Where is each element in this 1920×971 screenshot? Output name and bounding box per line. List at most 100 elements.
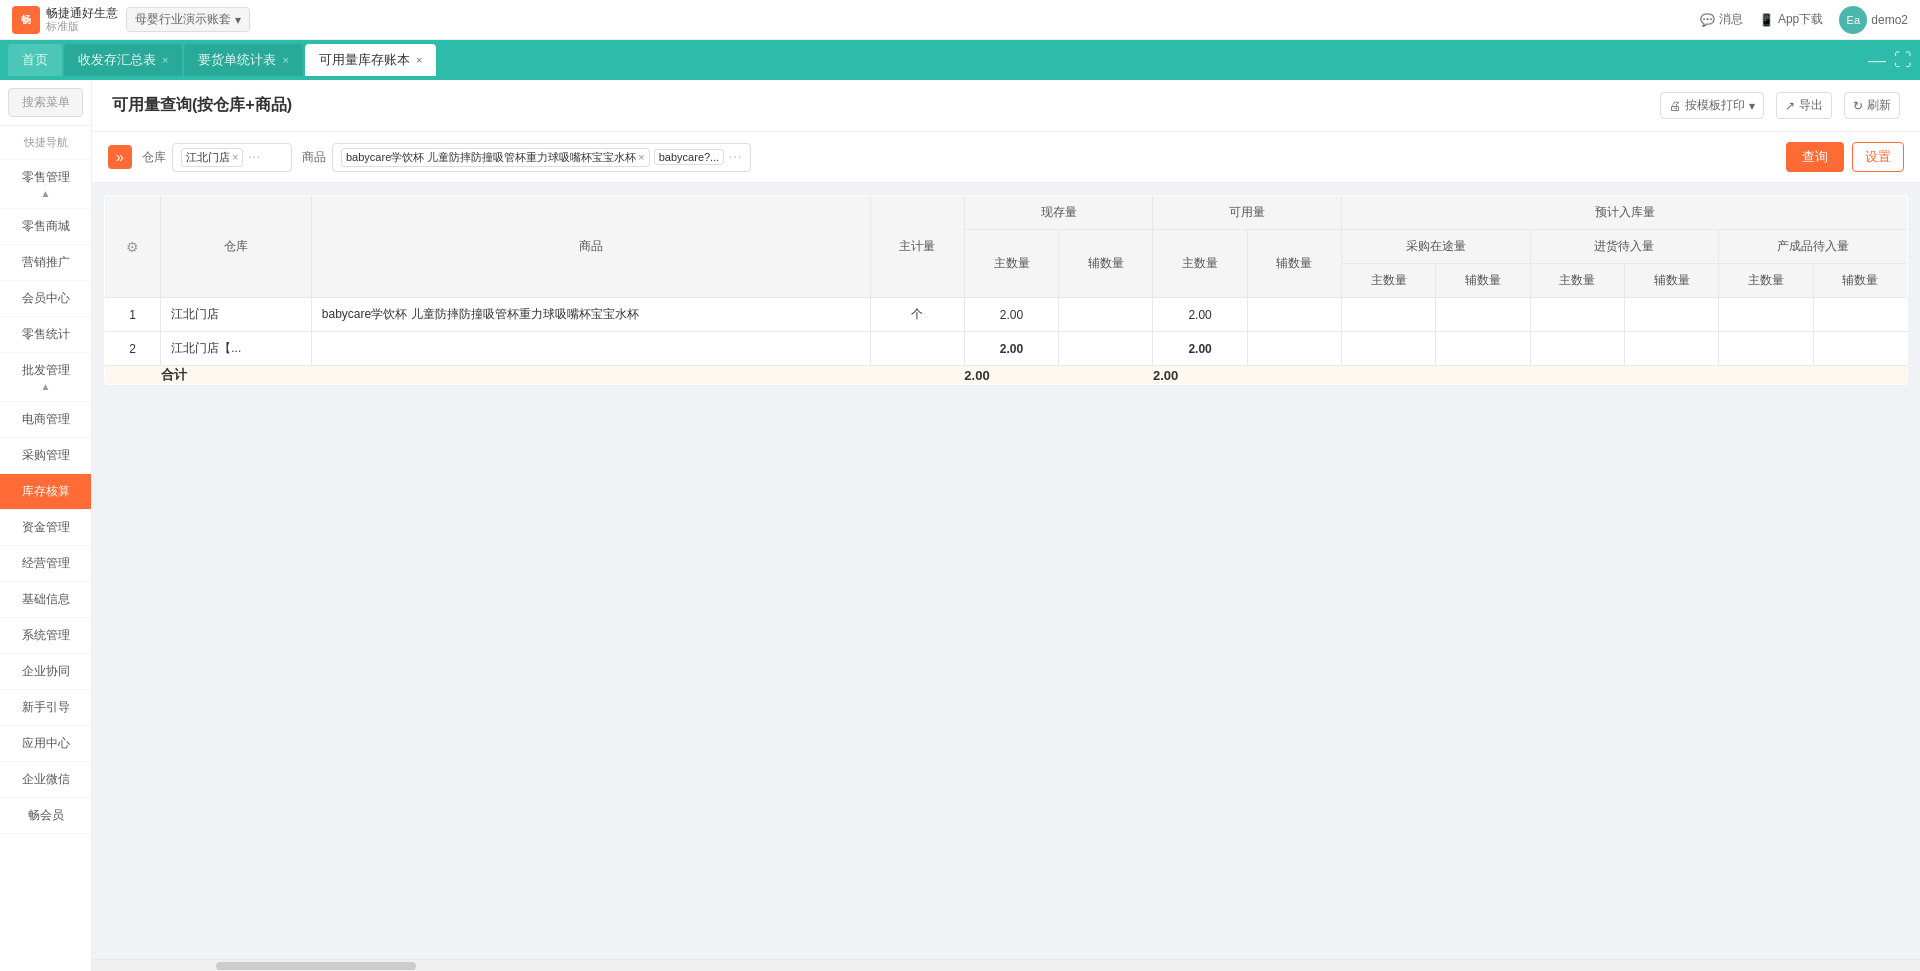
footer-purchase-main <box>1342 366 1436 385</box>
sidebar-item-operations[interactable]: 经营管理 <box>0 546 91 582</box>
print-btn[interactable]: 🖨 按模板打印 ▾ <box>1660 92 1764 119</box>
refresh-btn[interactable]: ↻ 刷新 <box>1844 92 1900 119</box>
sidebar-item-marketing[interactable]: 营销推广 <box>0 245 91 281</box>
tab-close-icon[interactable]: × <box>416 54 422 66</box>
minimize-icon[interactable]: — <box>1868 50 1886 71</box>
sidebar-item-corp-wechat[interactable]: 企业微信 <box>0 762 91 798</box>
logo-area: 畅 畅捷通好生意 标准版 <box>12 6 118 34</box>
product-tag-2: babycare?... <box>654 149 725 165</box>
table-row: 2 江北门店【... 2.00 2.00 <box>105 332 1908 366</box>
footer-available-aux <box>1247 366 1341 385</box>
chevron-icon: ▲ <box>41 188 51 199</box>
sidebar-item-zero-mall[interactable]: 零售商城 <box>0 209 91 245</box>
content-area: 可用量查询(按仓库+商品) 🖨 按模板打印 ▾ ↗ 导出 ↻ 刷新 » <box>92 80 1920 971</box>
sidebar-item-shortcut: 快捷导航 <box>0 126 91 160</box>
tab-home[interactable]: 首页 <box>8 44 62 76</box>
message-btn[interactable]: 💬 消息 <box>1700 11 1743 28</box>
footer-stock-main: 2.00 <box>964 366 1058 385</box>
cell-inbound-aux <box>1624 298 1718 332</box>
cell-unit: 个 <box>870 298 964 332</box>
warehouse-filter: 仓库 江北门店 × ··· <box>142 143 292 172</box>
logo-icon: 畅 <box>12 6 40 34</box>
th-available-group: 可用量 <box>1153 196 1342 230</box>
filter-area: » 仓库 江北门店 × ··· 商品 babycare学饮杯 儿童防摔防撞吸管杯… <box>92 132 1920 183</box>
sidebar-item-members[interactable]: 会员中心 <box>0 281 91 317</box>
tab-orders[interactable]: 要货单统计表 × <box>184 44 302 76</box>
th-inbound-main: 主数量 <box>1530 264 1624 298</box>
cell-inbound-main <box>1530 332 1624 366</box>
tab-close-icon[interactable]: × <box>282 54 288 66</box>
more-options-icon[interactable]: ··· <box>247 148 260 166</box>
th-purchase-aux: 辅数量 <box>1436 264 1530 298</box>
cell-purchase-aux <box>1436 298 1530 332</box>
search-menu-btn[interactable]: 搜索菜单 <box>8 88 83 117</box>
sidebar-item-zero-stats[interactable]: 零售统计 <box>0 317 91 353</box>
export-btn[interactable]: ↗ 导出 <box>1776 92 1832 119</box>
product-input[interactable]: babycare学饮杯 儿童防摔防撞吸管杯重力球吸嘴杯宝宝水杯 × babyca… <box>332 143 751 172</box>
cell-available-aux <box>1247 298 1341 332</box>
cell-purchase-main <box>1342 298 1436 332</box>
sidebar-item-newbie[interactable]: 新手引导 <box>0 690 91 726</box>
avatar: Ea <box>1839 6 1867 34</box>
user-menu[interactable]: Ea demo2 <box>1839 6 1908 34</box>
sidebar-item-app-center[interactable]: 应用中心 <box>0 726 91 762</box>
product-tag-1: babycare学饮杯 儿童防摔防撞吸管杯重力球吸嘴杯宝宝水杯 × <box>341 148 650 167</box>
footer-inbound-aux <box>1624 366 1718 385</box>
sidebar-item-member-vip[interactable]: 畅会员 <box>0 798 91 834</box>
sidebar-item-basic[interactable]: 基础信息 <box>0 582 91 618</box>
sidebar-item-purchase[interactable]: 采购管理 <box>0 438 91 474</box>
th-stock-aux: 辅数量 <box>1059 230 1153 298</box>
export-icon: ↗ <box>1785 99 1795 113</box>
sidebar-search: 搜索菜单 <box>0 80 91 126</box>
tab-receipts[interactable]: 收发存汇总表 × <box>64 44 182 76</box>
cell-available-main: 2.00 <box>1153 332 1247 366</box>
th-available-aux: 辅数量 <box>1247 230 1341 298</box>
cell-warehouse: 江北门店 <box>161 298 312 332</box>
maximize-icon[interactable]: ⛶ <box>1894 50 1912 71</box>
top-bar: 畅 畅捷通好生意 标准版 母婴行业演示账套 ▾ 💬 消息 📱 App下载 Ea … <box>0 0 1920 40</box>
product-filter: 商品 babycare学饮杯 儿童防摔防撞吸管杯重力球吸嘴杯宝宝水杯 × bab… <box>302 143 751 172</box>
sidebar-item-ecommerce[interactable]: 电商管理 <box>0 402 91 438</box>
sidebar-item-zero-sales[interactable]: 零售管理 ▲ <box>0 160 91 209</box>
page-header: 可用量查询(按仓库+商品) 🖨 按模板打印 ▾ ↗ 导出 ↻ 刷新 <box>92 80 1920 132</box>
cell-stock-main: 2.00 <box>964 332 1058 366</box>
th-available-main: 主数量 <box>1153 230 1247 298</box>
th-stock-main: 主数量 <box>964 230 1058 298</box>
cell-production-main <box>1719 298 1813 332</box>
sidebar-item-wholesale[interactable]: 批发管理 ▲ <box>0 353 91 402</box>
app-download-btn[interactable]: 📱 App下载 <box>1759 11 1823 28</box>
horizontal-scrollbar[interactable] <box>92 959 1920 971</box>
sidebar-item-enterprise[interactable]: 企业协同 <box>0 654 91 690</box>
warehouse-tag: 江北门店 × <box>181 148 243 167</box>
industry-selector[interactable]: 母婴行业演示账套 ▾ <box>126 7 250 32</box>
page-title: 可用量查询(按仓库+商品) <box>112 95 292 116</box>
tab-label: 要货单统计表 <box>198 51 276 69</box>
warehouse-input[interactable]: 江北门店 × ··· <box>172 143 292 172</box>
sidebar-item-system[interactable]: 系统管理 <box>0 618 91 654</box>
settings-button[interactable]: 设置 <box>1852 142 1904 172</box>
cell-row-num: 1 <box>105 298 161 332</box>
top-bar-left: 畅 畅捷通好生意 标准版 母婴行业演示账套 ▾ <box>12 6 250 34</box>
cell-unit <box>870 332 964 366</box>
footer-available-main: 2.00 <box>1153 366 1247 385</box>
scroll-thumb[interactable] <box>216 962 416 970</box>
footer-production-main <box>1719 366 1813 385</box>
th-unit: 主计量 <box>870 196 964 298</box>
sidebar-item-finance[interactable]: 资金管理 <box>0 510 91 546</box>
tab-inventory[interactable]: 可用量库存账本 × <box>305 44 436 76</box>
cell-purchase-aux <box>1436 332 1530 366</box>
chevron-icon: ▲ <box>41 381 51 392</box>
sidebar-item-inventory[interactable]: 库存核算 <box>0 474 91 510</box>
more-options-icon[interactable]: ··· <box>728 148 741 166</box>
tab-close-icon[interactable]: × <box>162 54 168 66</box>
th-settings[interactable]: ⚙ <box>105 196 161 298</box>
cell-production-aux <box>1813 298 1907 332</box>
query-button[interactable]: 查询 <box>1786 142 1844 172</box>
cell-stock-aux <box>1059 332 1153 366</box>
remove-tag-icon[interactable]: × <box>638 151 644 163</box>
remove-tag-icon[interactable]: × <box>232 151 238 163</box>
top-bar-right: 💬 消息 📱 App下载 Ea demo2 <box>1700 6 1908 34</box>
th-purchase-group: 采购在途量 <box>1342 230 1531 264</box>
settings-icon[interactable]: ⚙ <box>126 239 139 255</box>
filter-expand-btn[interactable]: » <box>108 145 132 169</box>
